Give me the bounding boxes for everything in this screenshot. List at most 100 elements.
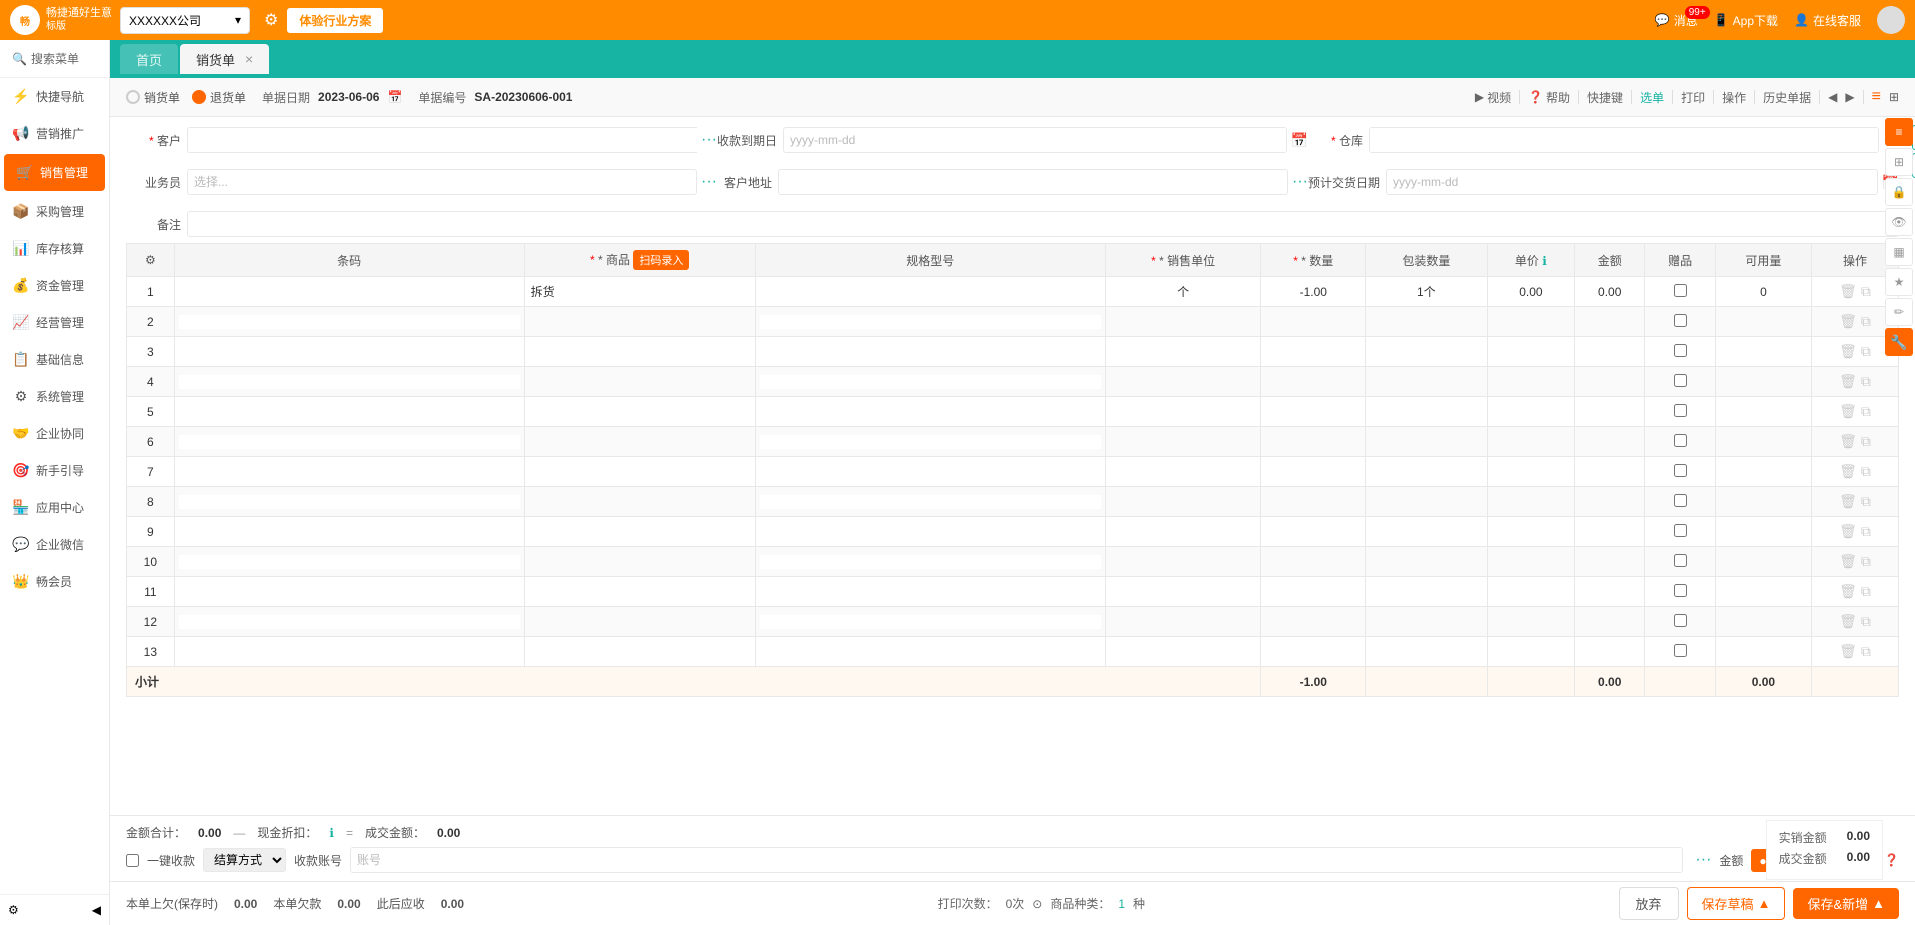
right-tool-filter[interactable]: ▦ xyxy=(1885,238,1913,266)
row-product[interactable] xyxy=(524,637,755,667)
row-barcode[interactable] xyxy=(174,517,524,547)
right-tool-star[interactable]: ★ xyxy=(1885,268,1913,296)
account-input[interactable] xyxy=(350,847,1683,873)
unit-price-info-icon[interactable]: ℹ xyxy=(1542,254,1547,268)
row-barcode[interactable] xyxy=(174,277,524,307)
abandon-button[interactable]: 放弃 xyxy=(1619,887,1679,920)
row-copy-icon[interactable]: ⧉ xyxy=(1861,373,1871,390)
tab-sales-order[interactable]: 销货单 × xyxy=(180,44,269,74)
row-unit[interactable] xyxy=(1105,337,1261,367)
row-product[interactable] xyxy=(524,547,755,577)
sidebar-item-purchase[interactable]: 📦 采购管理 xyxy=(0,193,109,230)
row-copy-icon[interactable]: ⧉ xyxy=(1861,523,1871,540)
shortcut-link[interactable]: 快捷键 xyxy=(1587,89,1623,106)
row-quantity[interactable] xyxy=(1261,337,1366,367)
row-spec[interactable] xyxy=(755,367,1105,397)
feiyong-help-icon[interactable]: ❓ xyxy=(1884,853,1899,867)
row-quantity[interactable] xyxy=(1261,517,1366,547)
right-tool-list-view[interactable]: ≡ xyxy=(1885,118,1913,146)
row-quantity[interactable] xyxy=(1261,487,1366,517)
row-spec[interactable] xyxy=(755,307,1105,337)
row-barcode[interactable] xyxy=(174,427,524,457)
row-product[interactable] xyxy=(524,367,755,397)
row-unit-price[interactable] xyxy=(1487,427,1574,457)
row-product[interactable] xyxy=(524,397,755,427)
row-quantity[interactable] xyxy=(1261,427,1366,457)
row-gift[interactable] xyxy=(1645,517,1715,547)
row-spec[interactable] xyxy=(755,457,1105,487)
row-barcode[interactable] xyxy=(174,457,524,487)
row-quantity[interactable] xyxy=(1261,547,1366,577)
row-barcode[interactable] xyxy=(174,577,524,607)
radio-return-order[interactable]: 退货单 xyxy=(192,89,246,106)
row-copy-icon[interactable]: ⧉ xyxy=(1861,313,1871,330)
save-draft-button[interactable]: 保存草稿 ▲ xyxy=(1687,887,1786,920)
collection-date-input[interactable] xyxy=(783,127,1287,153)
row-gift[interactable] xyxy=(1645,607,1715,637)
row-unit-price[interactable] xyxy=(1487,337,1574,367)
row-copy-icon[interactable]: ⧉ xyxy=(1861,493,1871,510)
row-delete-icon[interactable]: 🗑 xyxy=(1839,643,1857,660)
row-copy-icon[interactable]: ⧉ xyxy=(1861,343,1871,360)
sidebar-item-inventory[interactable]: 📊 库存核算 xyxy=(0,230,109,267)
row-unit-price[interactable] xyxy=(1487,457,1574,487)
row-delete-icon[interactable]: 🗑 xyxy=(1839,403,1857,420)
row-gift[interactable] xyxy=(1645,337,1715,367)
row-quantity[interactable]: -1.00 xyxy=(1261,277,1366,307)
row-delete-icon[interactable]: 🗑 xyxy=(1839,583,1857,600)
row-copy-icon[interactable]: ⧉ xyxy=(1861,433,1871,450)
salesman-input[interactable] xyxy=(187,169,697,195)
sidebar-item-operation[interactable]: 📈 经营管理 xyxy=(0,304,109,341)
help-link[interactable]: ❓ 帮助 xyxy=(1528,89,1570,106)
row-unit[interactable] xyxy=(1105,427,1261,457)
row-product[interactable] xyxy=(524,607,755,637)
row-unit[interactable] xyxy=(1105,637,1261,667)
remark-input[interactable] xyxy=(187,211,1899,237)
row-product[interactable] xyxy=(524,517,755,547)
tab-close-icon[interactable]: × xyxy=(245,51,253,67)
row-unit[interactable] xyxy=(1105,547,1261,577)
row-copy-icon[interactable]: ⧉ xyxy=(1861,283,1871,300)
row-spec[interactable] xyxy=(755,277,1105,307)
sidebar-item-shortcut[interactable]: ⚡ 快捷导航 xyxy=(0,78,109,115)
prev-record-icon[interactable]: ◀ xyxy=(1828,90,1837,104)
next-record-icon[interactable]: ▶ xyxy=(1845,90,1854,104)
row-gift[interactable] xyxy=(1645,547,1715,577)
row-quantity[interactable] xyxy=(1261,397,1366,427)
warehouse-input[interactable]: 建材仓 xyxy=(1369,127,1879,153)
app-download-button[interactable]: 📱 App下载 xyxy=(1714,12,1778,29)
row-product[interactable] xyxy=(524,487,755,517)
row-gift[interactable] xyxy=(1645,577,1715,607)
customer-address-input[interactable] xyxy=(778,169,1288,195)
row-quantity[interactable] xyxy=(1261,367,1366,397)
row-gift[interactable] xyxy=(1645,307,1715,337)
row-unit-price[interactable] xyxy=(1487,577,1574,607)
row-delete-icon[interactable]: 🗑 xyxy=(1839,313,1857,330)
sidebar-item-weixin[interactable]: 💬 企业微信 xyxy=(0,526,109,563)
avatar[interactable] xyxy=(1877,6,1905,34)
row-delete-icon[interactable]: 🗑 xyxy=(1839,493,1857,510)
row-product[interactable] xyxy=(524,427,755,457)
row-copy-icon[interactable]: ⧉ xyxy=(1861,463,1871,480)
calendar-icon-date[interactable]: 📅 xyxy=(387,90,402,104)
sidebar-settings-icon[interactable]: ⚙ xyxy=(8,903,19,917)
expected-delivery-input[interactable] xyxy=(1386,169,1878,195)
radio-sales-order[interactable]: 销货单 xyxy=(126,89,180,106)
row-unit-price[interactable] xyxy=(1487,517,1574,547)
yijian-checkbox[interactable] xyxy=(126,854,139,867)
row-copy-icon[interactable]: ⧉ xyxy=(1861,613,1871,630)
row-unit[interactable] xyxy=(1105,367,1261,397)
company-selector[interactable]: XXXXXX公司 ▾ xyxy=(120,7,250,34)
row-quantity[interactable] xyxy=(1261,607,1366,637)
video-link[interactable]: ▶ 视频 xyxy=(1475,89,1511,106)
calendar-icon-collection[interactable]: 📅 xyxy=(1291,132,1308,149)
account-more-icon[interactable]: ··· xyxy=(1695,851,1711,869)
online-service-button[interactable]: 👤 在线客服 xyxy=(1794,12,1861,29)
row-gift[interactable] xyxy=(1645,397,1715,427)
sidebar-collapse-icon[interactable]: ◀ xyxy=(92,903,101,917)
sidebar-item-guide[interactable]: 🎯 新手引导 xyxy=(0,452,109,489)
row-delete-icon[interactable]: 🗑 xyxy=(1839,343,1857,360)
row-gift[interactable] xyxy=(1645,457,1715,487)
row-unit[interactable] xyxy=(1105,307,1261,337)
row-unit[interactable] xyxy=(1105,397,1261,427)
